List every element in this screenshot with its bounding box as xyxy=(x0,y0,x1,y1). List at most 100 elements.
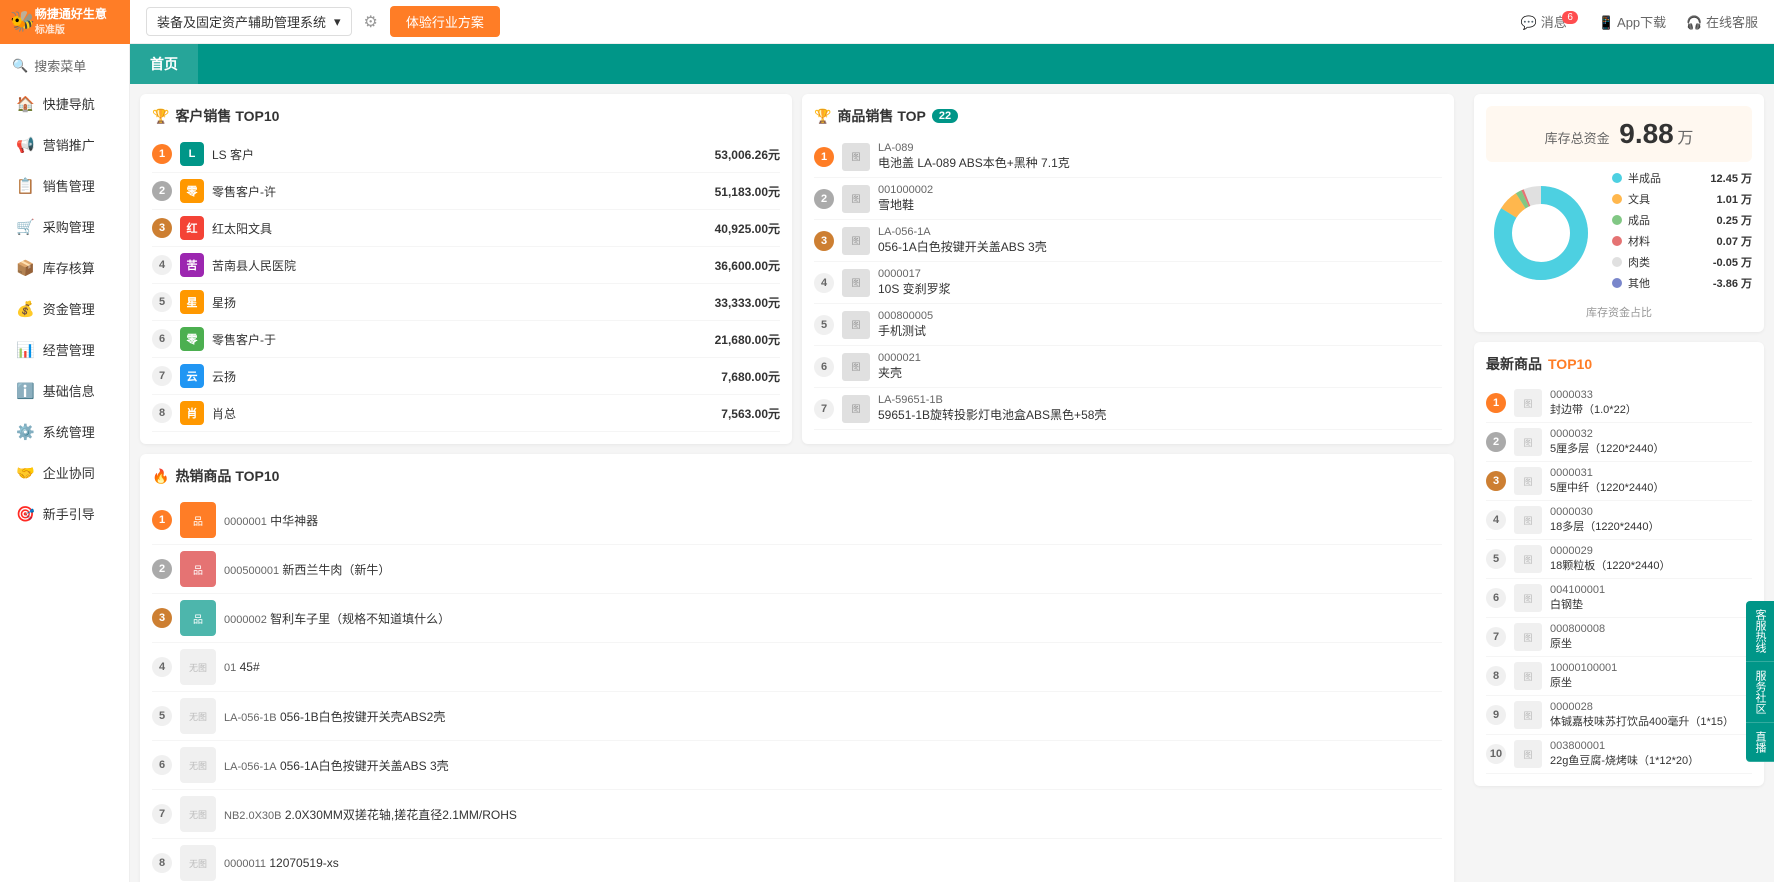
sidebar-item-finance[interactable]: 💰 资金管理 xyxy=(4,289,125,328)
sidebar-label: 系统管理 xyxy=(43,422,95,441)
sidebar-item-guide[interactable]: 🎯 新手引导 xyxy=(4,494,125,533)
list-item: 5 图 000002918颗粒板（1220*2440） xyxy=(1486,540,1752,579)
legend-item-stationery: 文具 1.01 万 xyxy=(1612,191,1752,207)
list-item: 1 品 0000001 中华神器 xyxy=(152,496,1442,545)
message-link[interactable]: 💬 消息 6 xyxy=(1521,12,1578,31)
new-products-list: 1 图 0000033封边带（1.0*22） 2 图 00000325厘多层（1… xyxy=(1486,384,1752,774)
rank-badge-2: 2 xyxy=(1486,432,1506,452)
legend-item-meat: 肉类 -0.05 万 xyxy=(1612,254,1752,270)
inventory-summary-card: 库存总资金 9.88 万 xyxy=(1474,94,1764,332)
rank-badge-6: 6 xyxy=(152,755,172,775)
list-item: 3 品 0000002 智利车子里（规格不知道填什么） xyxy=(152,594,1442,643)
hot-products-title: 🔥 热销商品 TOP10 xyxy=(152,466,1442,486)
list-item: 6 无图 LA-056-1A 056-1A白色按键开关盖ABS 3壳 xyxy=(152,741,1442,790)
rank-badge-4: 4 xyxy=(814,273,834,293)
rank-badge-3: 3 xyxy=(152,218,172,238)
sidebar-item-cooperation[interactable]: 🤝 企业协同 xyxy=(4,453,125,492)
rank-badge-6: 6 xyxy=(152,329,172,349)
product-image: 品 xyxy=(180,551,216,587)
list-item: 7 图 000800008原坐 xyxy=(1486,618,1752,657)
nav-icon: 🏠 xyxy=(16,95,35,113)
table-row: 3 红 红太阳文具 40,925.00元 xyxy=(152,210,780,247)
online-service-link[interactable]: 🎧 在线客服 xyxy=(1686,12,1758,31)
list-item: 7 无图 NB2.0X30B 2.0X30MM双搓花轴,搓花直径2.1MM/RO… xyxy=(152,790,1442,839)
product-image: 无图 xyxy=(180,649,216,685)
product-image: 图 xyxy=(842,311,870,339)
rank-badge-8: 8 xyxy=(152,853,172,873)
system-selector[interactable]: 装备及固定资产辅助管理系统 ▾ xyxy=(146,7,352,36)
product-image: 图 xyxy=(842,143,870,171)
rank-badge-1: 1 xyxy=(814,147,834,167)
headset-icon: 🎧 xyxy=(1686,15,1702,30)
list-item: 2 图 00000325厘多层（1220*2440） xyxy=(1486,423,1752,462)
inventory-icon: 📦 xyxy=(16,259,35,277)
product-image: 图 xyxy=(1514,467,1542,495)
guide-icon: 🎯 xyxy=(16,505,35,523)
customer-top10-title: 🏆 客户销售 TOP10 xyxy=(152,106,780,126)
hot-products-card: 🔥 热销商品 TOP10 1 品 0000001 中华神器 2 品 000500… xyxy=(140,454,1454,882)
table-row: 2 图 001000002 雪地鞋 xyxy=(814,178,1442,220)
rank-badge-8: 8 xyxy=(1486,666,1506,686)
logo: 🐝 畅捷通好生意 标准版 xyxy=(0,0,130,44)
sidebar-item-sales[interactable]: 📋 销售管理 xyxy=(4,166,125,205)
sidebar-item-purchase[interactable]: 🛒 采购管理 xyxy=(4,207,125,246)
rank-badge-5: 5 xyxy=(152,292,172,312)
customer-top10-card: 🏆 客户销售 TOP10 1 L LS 客户 53,006.26元 xyxy=(140,94,792,444)
inventory-ratio-label: 库存资金占比 xyxy=(1486,304,1752,320)
sidebar-label: 新手引导 xyxy=(43,504,95,523)
product-image: 图 xyxy=(1514,662,1542,690)
table-row: 1 L LS 客户 53,006.26元 xyxy=(152,136,780,173)
sidebar-label: 销售管理 xyxy=(43,176,95,195)
app-download-link[interactable]: 📱 App下载 xyxy=(1598,12,1666,31)
product-sales-card: 🏆 商品销售 TOP 22 1 图 LA-089 电池盖 LA-089 ABS本… xyxy=(802,94,1454,444)
product-image: 品 xyxy=(180,502,216,538)
sidebar-item-system[interactable]: ⚙️ 系统管理 xyxy=(4,412,125,451)
customer-rank-list: 1 L LS 客户 53,006.26元 2 零 零售客户-许 51,183.0… xyxy=(152,136,780,432)
gear-icon[interactable]: ⚙ xyxy=(364,12,378,32)
table-row: 4 苦 苦南县人民医院 36,600.00元 xyxy=(152,247,780,284)
service-community-button[interactable]: 服务社区 xyxy=(1746,662,1774,723)
sidebar-item-inventory[interactable]: 📦 库存核算 xyxy=(4,248,125,287)
sales-icon: 📋 xyxy=(16,177,35,195)
table-row: 2 零 零售客户-许 51,183.00元 xyxy=(152,173,780,210)
legend-item-finished: 成品 0.25 万 xyxy=(1612,212,1752,228)
purchase-icon: 🛒 xyxy=(16,218,35,236)
sidebar: 🔍 搜索菜单 🏠 快捷导航 📢 营销推广 📋 销售管理 🛒 采购管理 📦 库存核… xyxy=(0,44,130,882)
rank-badge-3: 3 xyxy=(152,608,172,628)
rank-badge-2: 2 xyxy=(814,189,834,209)
legend-dot xyxy=(1612,236,1622,246)
search-icon: 🔍 xyxy=(12,58,28,74)
product-image: 图 xyxy=(1514,545,1542,573)
product-sales-title: 🏆 商品销售 TOP 22 xyxy=(814,106,1442,126)
product-image: 图 xyxy=(1514,389,1542,417)
avatar: 肖 xyxy=(180,401,204,425)
chevron-down-icon: ▾ xyxy=(334,14,341,30)
coop-icon: 🤝 xyxy=(16,464,35,482)
legend-dot xyxy=(1612,173,1622,183)
sidebar-label: 库存核算 xyxy=(43,258,95,277)
live-stream-button[interactable]: 直播 xyxy=(1746,723,1774,762)
inventory-legend: 半成品 12.45 万 文具 1.01 万 成品 0 xyxy=(1612,170,1752,296)
try-plan-button[interactable]: 体验行业方案 xyxy=(390,6,500,37)
sidebar-item-navigation[interactable]: 🏠 快捷导航 xyxy=(4,84,125,123)
sidebar-item-basic-info[interactable]: ℹ️ 基础信息 xyxy=(4,371,125,410)
list-item: 6 图 004100001白钢垫 xyxy=(1486,579,1752,618)
table-row: 5 图 000800005 手机测试 xyxy=(814,304,1442,346)
rank-badge-4: 4 xyxy=(1486,510,1506,530)
customer-service-button[interactable]: 客服热线 xyxy=(1746,601,1774,662)
sidebar-search[interactable]: 🔍 搜索菜单 xyxy=(0,48,129,83)
rank-badge-5: 5 xyxy=(814,315,834,335)
operations-icon: 📊 xyxy=(16,341,35,359)
product-image: 无图 xyxy=(180,698,216,734)
sidebar-item-operations[interactable]: 📊 经营管理 xyxy=(4,330,125,369)
phone-icon: 📱 xyxy=(1598,15,1614,30)
product-image: 图 xyxy=(1514,584,1542,612)
product-image: 图 xyxy=(1514,428,1542,456)
tab-home[interactable]: 首页 xyxy=(130,44,198,84)
rank-badge-5: 5 xyxy=(1486,549,1506,569)
table-row: 6 图 0000021 夹壳 xyxy=(814,346,1442,388)
new-products-title: 最新商品 TOP10 xyxy=(1486,354,1752,374)
right-panel: 库存总资金 9.88 万 xyxy=(1464,84,1774,882)
rank-badge-6: 6 xyxy=(814,357,834,377)
sidebar-item-marketing[interactable]: 📢 营销推广 xyxy=(4,125,125,164)
